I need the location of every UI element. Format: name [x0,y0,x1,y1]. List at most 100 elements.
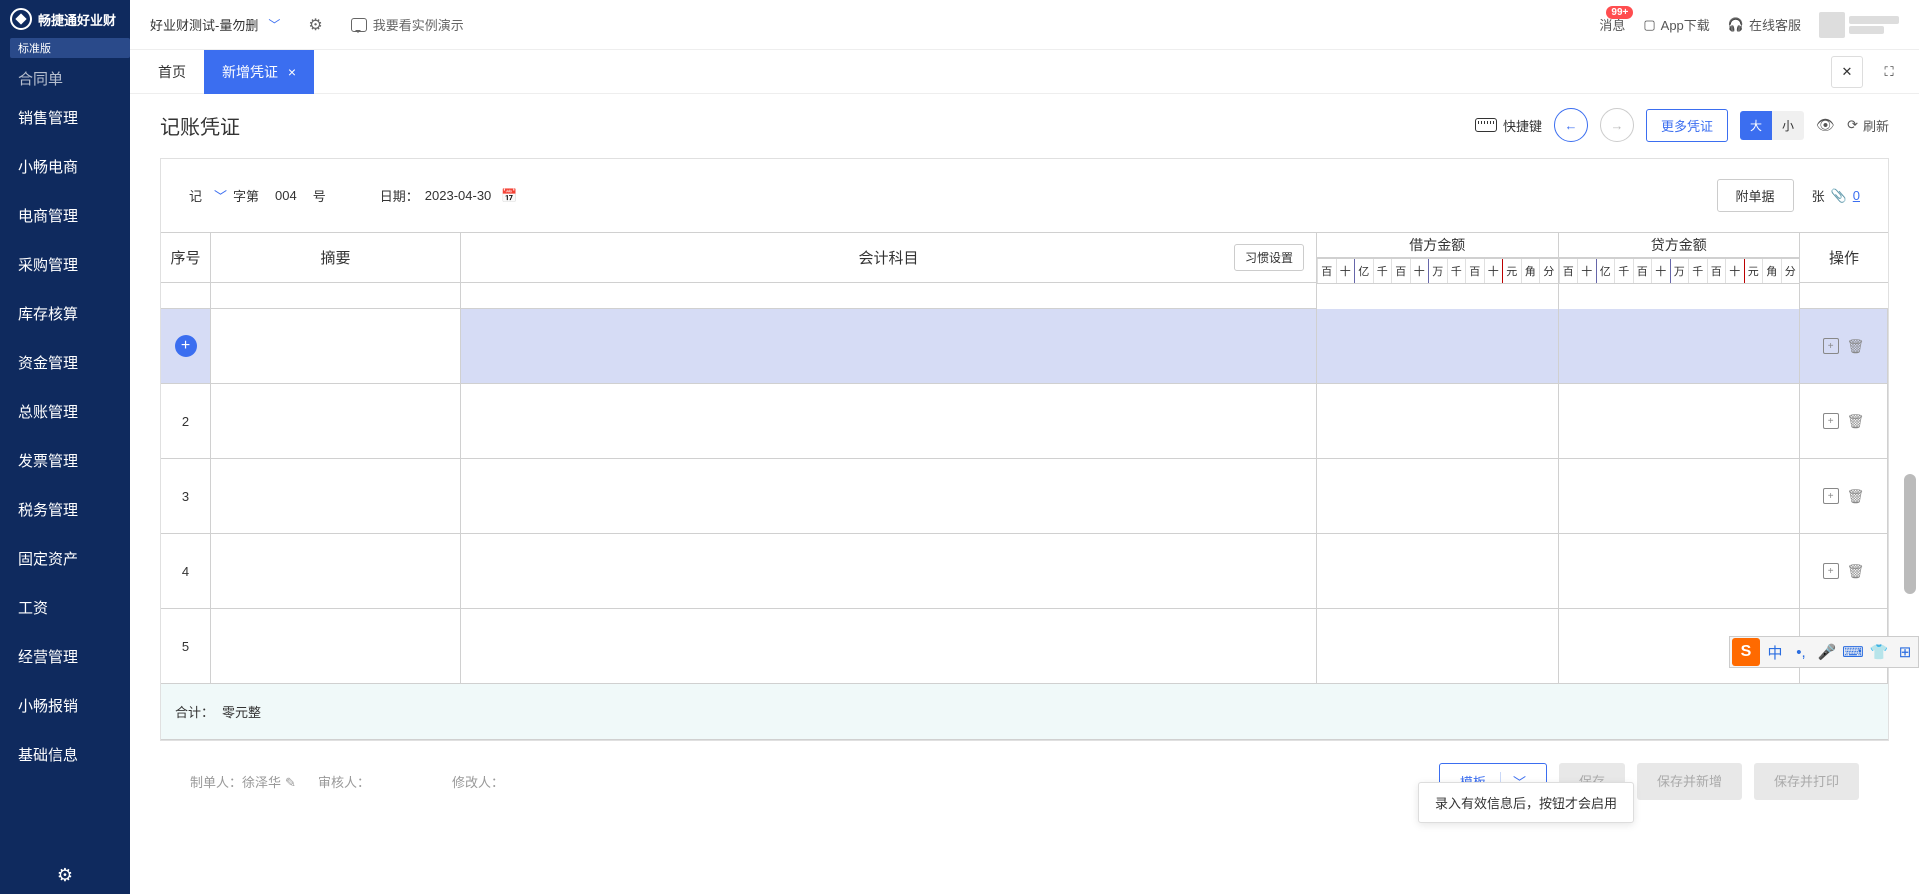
clip-icon[interactable]: 📎 [1831,188,1847,204]
digit-label: 百 [1465,259,1484,283]
avatar [1819,12,1845,38]
col-seq: 序号 [161,233,210,283]
copy-row-icon[interactable]: + [1823,338,1839,354]
account-cell[interactable] [461,384,1317,458]
next-voucher-button[interactable]: → [1600,108,1634,142]
attach-button[interactable]: 附单据 [1717,179,1794,212]
keyboard-icon [1475,118,1497,132]
sidebar-item-reimburse[interactable]: 小畅报销 [0,681,130,730]
add-row-button[interactable]: + [175,335,197,357]
row-seq: 3 [182,489,189,504]
summary-input[interactable] [216,310,455,381]
maker-label: 制单人： [190,775,242,790]
ime-skin-icon[interactable]: 👕 [1866,643,1892,661]
size-small[interactable]: 小 [1772,111,1804,140]
sidebar-item-assets[interactable]: 固定资产 [0,534,130,583]
refresh-label: 刷新 [1863,116,1889,135]
ime-toolbar[interactable]: S 中 •, 🎤 ⌨ 👕 ⊞ [1729,636,1919,668]
voucher-type-select[interactable]: 记 [189,186,214,205]
tab-new-voucher[interactable]: 新增凭证 × [204,50,314,94]
digit-label: 千 [1614,259,1633,283]
account-cell[interactable] [461,459,1317,533]
chevron-down-icon[interactable]: ﹀ [214,186,227,205]
table-row[interactable]: + + 🗑 [161,309,1888,384]
table-row[interactable]: 5+🗑 [161,609,1888,684]
brand-text: 畅捷通好业财 [38,10,116,29]
size-toggle[interactable]: 大 小 [1740,111,1804,140]
voucher-number-input[interactable]: 004 [265,188,307,203]
tab-home[interactable]: 首页 [140,50,204,94]
sidebar-item-inventory[interactable]: 库存核算 [0,289,130,338]
sidebar-item-sales[interactable]: 销售管理 [0,93,130,142]
ime-logo-icon: S [1732,638,1760,666]
sidebar-item-salary[interactable]: 工资 [0,583,130,632]
delete-row-icon[interactable]: 🗑 [1847,488,1865,505]
digit-label: 百 [1707,259,1726,283]
row-seq: 4 [182,564,189,579]
scrollbar[interactable] [1904,474,1916,594]
ime-keyboard-icon[interactable]: ⌨ [1840,643,1866,661]
vnum-label: 号 [313,186,326,205]
edit-icon[interactable]: ✎ [285,775,296,790]
sidebar-item-gl[interactable]: 总账管理 [0,387,130,436]
digit-label: 角 [1521,259,1540,283]
service-link[interactable]: 🎧 在线客服 [1728,15,1801,34]
table-row[interactable]: 3 + 🗑 [161,459,1888,534]
digit-label: 亿 [1596,259,1615,283]
sidebar-item-purchase[interactable]: 采购管理 [0,240,130,289]
fullscreen-button[interactable]: ⛶ [1873,56,1905,88]
account-cell[interactable] [461,534,1317,608]
edition-tag: 标准版 [10,38,130,58]
app-download-link[interactable]: ▢ App下载 [1643,15,1709,34]
sidebar-item-cut[interactable]: 合同单 [0,64,130,93]
ime-lang[interactable]: 中 [1762,642,1788,663]
sheets-count[interactable]: 0 [1853,188,1860,203]
table-row[interactable]: 2 + 🗑 [161,384,1888,459]
sidebar-item-funds[interactable]: 资金管理 [0,338,130,387]
delete-row-icon[interactable]: 🗑 [1847,413,1865,430]
col-credit: 贷方金额 [1559,233,1800,258]
sidebar-settings[interactable]: ⚙ [0,857,130,894]
project-selector[interactable]: 好业财测试-量勿删 ﹀ [140,15,290,34]
sidebar-item-basic[interactable]: 基础信息 [0,730,130,779]
sidebar-item-xc-ecom[interactable]: 小畅电商 [0,142,130,191]
delete-row-icon[interactable]: 🗑 [1847,338,1865,355]
sidebar-item-invoice[interactable]: 发票管理 [0,436,130,485]
close-panel-button[interactable]: ✕ [1831,56,1863,88]
copy-row-icon[interactable]: + [1823,488,1839,504]
digit-label: 元 [1502,259,1521,283]
demo-link[interactable]: 我要看实例演示 [351,15,464,34]
account-cell[interactable] [461,309,1317,383]
prev-voucher-button[interactable]: ← [1554,108,1588,142]
table-row[interactable]: 4 + 🗑 [161,534,1888,609]
auditor-label: 审核人： [318,772,370,791]
user-profile[interactable] [1819,12,1899,38]
row-seq: 2 [182,414,189,429]
gear-icon[interactable]: ⚙ [308,15,322,35]
delete-row-icon[interactable]: 🗑 [1847,563,1865,580]
ime-menu-icon[interactable]: ⊞ [1892,643,1918,661]
copy-row-icon[interactable]: + [1823,563,1839,579]
maker-value: 徐泽华 [242,775,281,790]
ime-punct-icon[interactable]: •, [1788,644,1814,661]
ime-mic-icon[interactable]: 🎤 [1814,643,1840,661]
refresh-button[interactable]: ⟳ 刷新 [1847,116,1889,135]
account-cell[interactable] [461,609,1317,683]
calendar-icon[interactable]: 📅 [501,188,517,204]
habit-settings-button[interactable]: 习惯设置 [1234,244,1304,271]
sidebar-item-ecom[interactable]: 电商管理 [0,191,130,240]
digit-label: 百 [1391,259,1410,283]
copy-row-icon[interactable]: + [1823,413,1839,429]
digit-label: 万 [1428,259,1447,283]
date-input[interactable]: 2023-04-30 [425,188,492,203]
size-big[interactable]: 大 [1740,111,1772,140]
more-vouchers-button[interactable]: 更多凭证 [1646,109,1728,142]
eye-icon[interactable]: 👁 [1816,116,1835,134]
close-icon[interactable]: × [288,64,296,80]
digit-label: 十 [1577,259,1596,283]
sidebar-item-tax[interactable]: 税务管理 [0,485,130,534]
modifier-label: 修改人： [452,772,504,791]
sidebar-item-ops[interactable]: 经营管理 [0,632,130,681]
messages-link[interactable]: 消息 99+ [1594,15,1625,34]
shortcut-button[interactable]: 快捷键 [1475,116,1542,135]
